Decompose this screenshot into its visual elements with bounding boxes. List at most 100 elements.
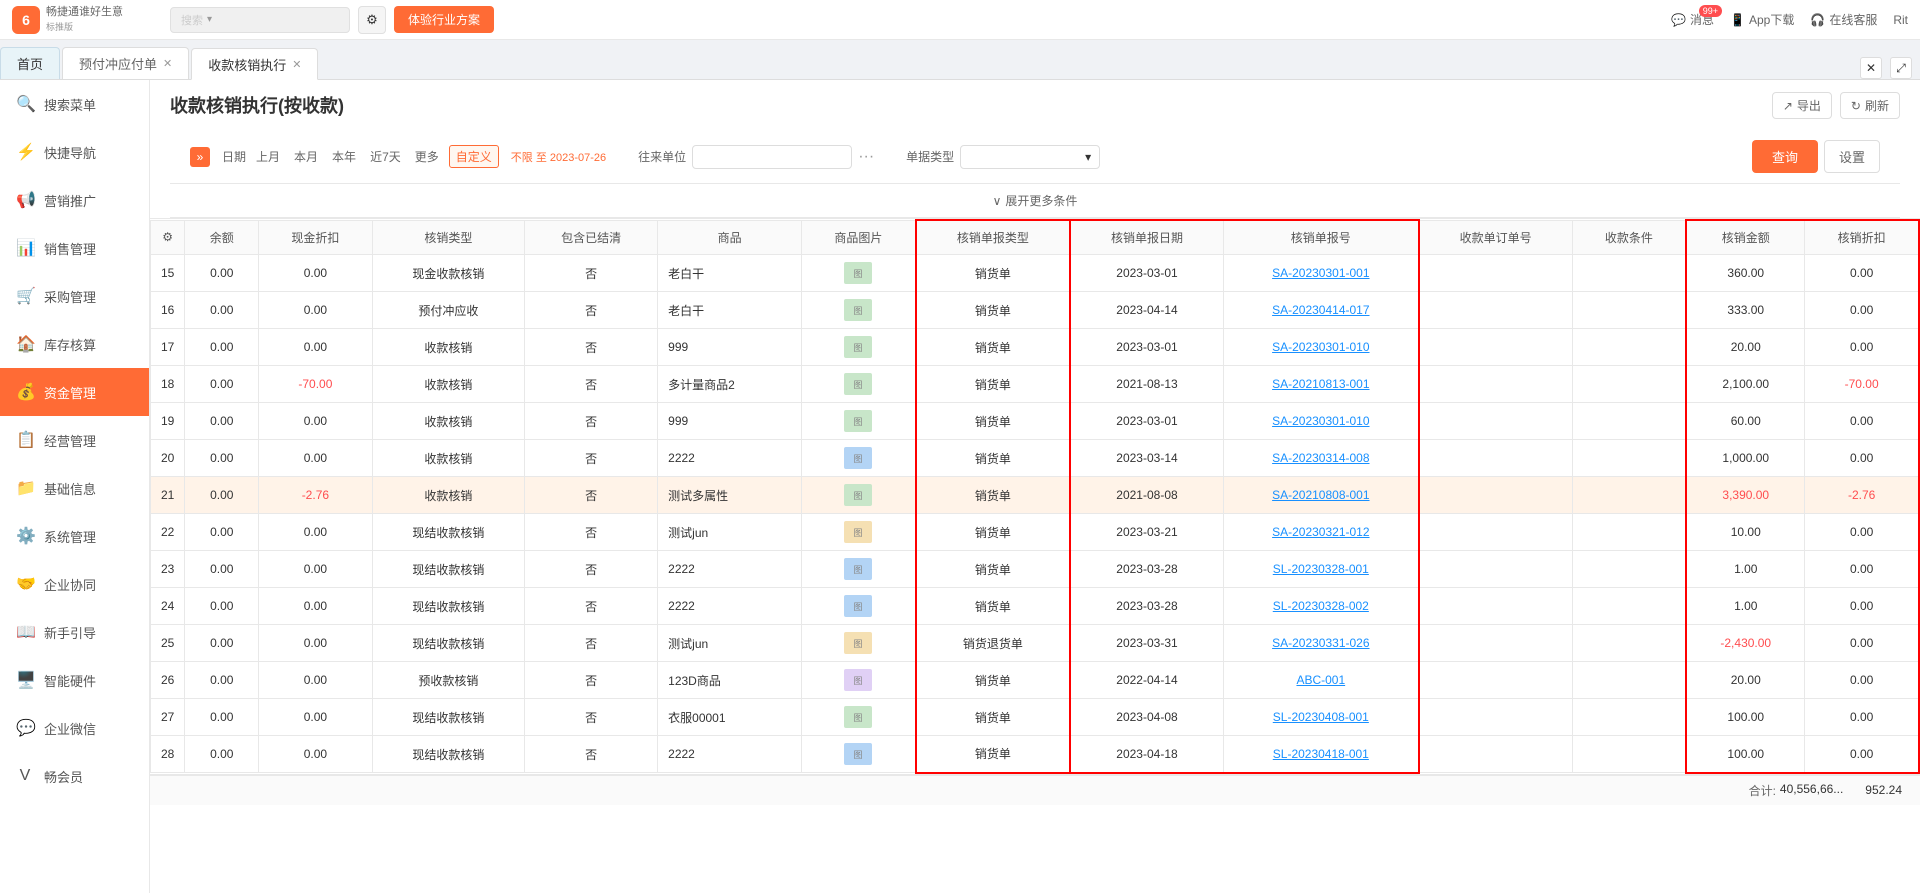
td-report-no[interactable]: SA-20230301-001 — [1223, 255, 1418, 292]
td-condition — [1572, 588, 1686, 625]
td-discount: -70.00 — [1805, 366, 1919, 403]
td-report-no[interactable]: SL-20230328-002 — [1223, 588, 1418, 625]
td-report-date: 2021-08-13 — [1070, 366, 1223, 403]
td-amount: 2,100.00 — [1686, 366, 1805, 403]
td-num: 27 — [151, 699, 185, 736]
sidebar-item-sales[interactable]: 📊 销售管理 — [0, 224, 149, 272]
online-service-btn[interactable]: 🎧 在线客服 — [1810, 11, 1877, 28]
industry-btn[interactable]: 体验行业方案 — [394, 6, 494, 33]
td-condition — [1572, 514, 1686, 551]
sidebar-item-operations[interactable]: 📋 经营管理 — [0, 416, 149, 464]
td-amount: 1,000.00 — [1686, 440, 1805, 477]
td-goods-img: 图 — [802, 292, 916, 329]
date-cur-year-btn[interactable]: 本年 — [328, 146, 360, 167]
sidebar-label-guide: 新手引导 — [44, 623, 96, 642]
query-btn[interactable]: 查询 — [1752, 140, 1818, 173]
table-row: 150.000.00现金收款核销否老白干图销货单2023-03-01SA-202… — [151, 255, 1920, 292]
th-type: 核销类型 — [372, 220, 525, 255]
search-dropdown-arrow: ▾ — [207, 14, 212, 25]
td-amount: 10.00 — [1686, 514, 1805, 551]
td-report-no[interactable]: SA-20230321-012 — [1223, 514, 1418, 551]
td-type: 现结收款核销 — [372, 625, 525, 662]
page-layout: 🔍 搜索菜单 ⚡ 快捷导航 📢 营销推广 📊 销售管理 🛒 采购管理 🏠 — [0, 80, 1920, 893]
td-goods-img: 图 — [802, 699, 916, 736]
date-prev-month-btn[interactable]: 上月 — [252, 146, 284, 167]
tab-close-btn[interactable]: ✕ — [1860, 57, 1882, 79]
td-report-type: 销货单 — [916, 514, 1070, 551]
td-report-no[interactable]: SL-20230408-001 — [1223, 699, 1418, 736]
logo-badge: 标推版 — [46, 20, 123, 33]
td-balance: 0.00 — [185, 699, 259, 736]
tab-collection[interactable]: 收款核销执行 ✕ — [191, 48, 318, 80]
td-settled: 否 — [525, 366, 658, 403]
sidebar-item-collab[interactable]: 🤝 企业协同 — [0, 560, 149, 608]
td-amount: 20.00 — [1686, 662, 1805, 699]
td-report-no[interactable]: SA-20210808-001 — [1223, 477, 1418, 514]
tab-prepay[interactable]: 预付冲应付单 ✕ — [62, 47, 189, 79]
th-discount: 核销折扣 — [1805, 220, 1919, 255]
td-report-date: 2021-08-08 — [1070, 477, 1223, 514]
th-settings[interactable]: ⚙ — [151, 220, 185, 255]
tab-home[interactable]: 首页 — [0, 47, 60, 79]
table-container[interactable]: ⚙ 余额 现金折扣 核销类型 包含已结清 商品 商品图片 核销单报类型 核销单报… — [150, 219, 1920, 893]
receipt-type-select[interactable]: ▾ — [960, 145, 1100, 169]
date-cur-month-btn[interactable]: 本月 — [290, 146, 322, 167]
message-btn[interactable]: 💬 消息 99+ — [1671, 11, 1714, 28]
td-report-no[interactable]: ABC-001 — [1223, 662, 1418, 699]
td-discount: 0.00 — [1805, 736, 1919, 773]
td-report-type: 销货单 — [916, 440, 1070, 477]
td-report-date: 2023-03-31 — [1070, 625, 1223, 662]
refresh-btn[interactable]: ↻ 刷新 — [1840, 92, 1900, 119]
td-report-no[interactable]: SA-20210813-001 — [1223, 366, 1418, 403]
sidebar-item-guide[interactable]: 📖 新手引导 — [0, 608, 149, 656]
expand-conditions-btn[interactable]: ∨ 展开更多条件 — [985, 188, 1086, 213]
td-order-no — [1419, 292, 1572, 329]
sidebar-item-basic[interactable]: 📁 基础信息 — [0, 464, 149, 512]
sidebar-item-marketing[interactable]: 📢 营销推广 — [0, 176, 149, 224]
app-download-btn[interactable]: 📱 App下载 — [1730, 11, 1794, 28]
sidebar-item-quicknav[interactable]: ⚡ 快捷导航 — [0, 128, 149, 176]
collapse-btn[interactable]: » — [190, 147, 210, 167]
td-goods: 测试多属性 — [658, 477, 802, 514]
td-report-no[interactable]: SA-20230331-026 — [1223, 625, 1418, 662]
td-report-no[interactable]: SA-20230301-010 — [1223, 403, 1418, 440]
counterparty-input[interactable] — [692, 145, 852, 169]
sidebar-item-hardware[interactable]: 🖥️ 智能硬件 — [0, 656, 149, 704]
svg-text:图: 图 — [854, 454, 863, 464]
td-order-no — [1419, 662, 1572, 699]
td-num: 22 — [151, 514, 185, 551]
sidebar-item-system[interactable]: ⚙️ 系统管理 — [0, 512, 149, 560]
td-cash-discount: 0.00 — [259, 551, 372, 588]
gear-button[interactable]: ⚙ — [358, 6, 386, 34]
td-report-no[interactable]: SL-20230418-001 — [1223, 736, 1418, 773]
top-search-box[interactable]: 搜索 ▾ — [170, 7, 350, 33]
td-order-no — [1419, 255, 1572, 292]
tab-expand-btn[interactable]: ⤢ — [1890, 57, 1912, 79]
sidebar-item-purchase[interactable]: 🛒 采购管理 — [0, 272, 149, 320]
counterparty-section: 往来单位 ··· — [638, 145, 874, 169]
td-report-no[interactable]: SA-20230414-017 — [1223, 292, 1418, 329]
export-btn[interactable]: ↗ 导出 — [1772, 92, 1832, 119]
td-balance: 0.00 — [185, 292, 259, 329]
sidebar-item-wechat[interactable]: 💬 企业微信 — [0, 704, 149, 752]
settings-btn[interactable]: 设置 — [1824, 140, 1880, 173]
sidebar-item-finance[interactable]: 💰 资金管理 — [0, 368, 149, 416]
date-more-btn[interactable]: 更多 — [411, 146, 443, 167]
td-report-no[interactable]: SA-20230301-010 — [1223, 329, 1418, 366]
td-report-no[interactable]: SA-20230314-008 — [1223, 440, 1418, 477]
td-order-no — [1419, 514, 1572, 551]
tab-prepay-close[interactable]: ✕ — [163, 57, 172, 70]
td-settled: 否 — [525, 736, 658, 773]
td-report-no[interactable]: SL-20230328-001 — [1223, 551, 1418, 588]
user-area[interactable]: Rit — [1893, 13, 1908, 27]
date-custom-btn[interactable]: 自定义 — [449, 145, 499, 168]
tab-collection-close[interactable]: ✕ — [292, 58, 301, 71]
sidebar-item-member[interactable]: V 畅会员 — [0, 752, 149, 800]
sidebar-item-search[interactable]: 🔍 搜索菜单 — [0, 80, 149, 128]
td-cash-discount: 0.00 — [259, 662, 372, 699]
td-amount: -2,430.00 — [1686, 625, 1805, 662]
sidebar-item-inventory[interactable]: 🏠 库存核算 — [0, 320, 149, 368]
date-7days-btn[interactable]: 近7天 — [366, 146, 405, 167]
td-settled: 否 — [525, 403, 658, 440]
td-goods: 2222 — [658, 736, 802, 773]
